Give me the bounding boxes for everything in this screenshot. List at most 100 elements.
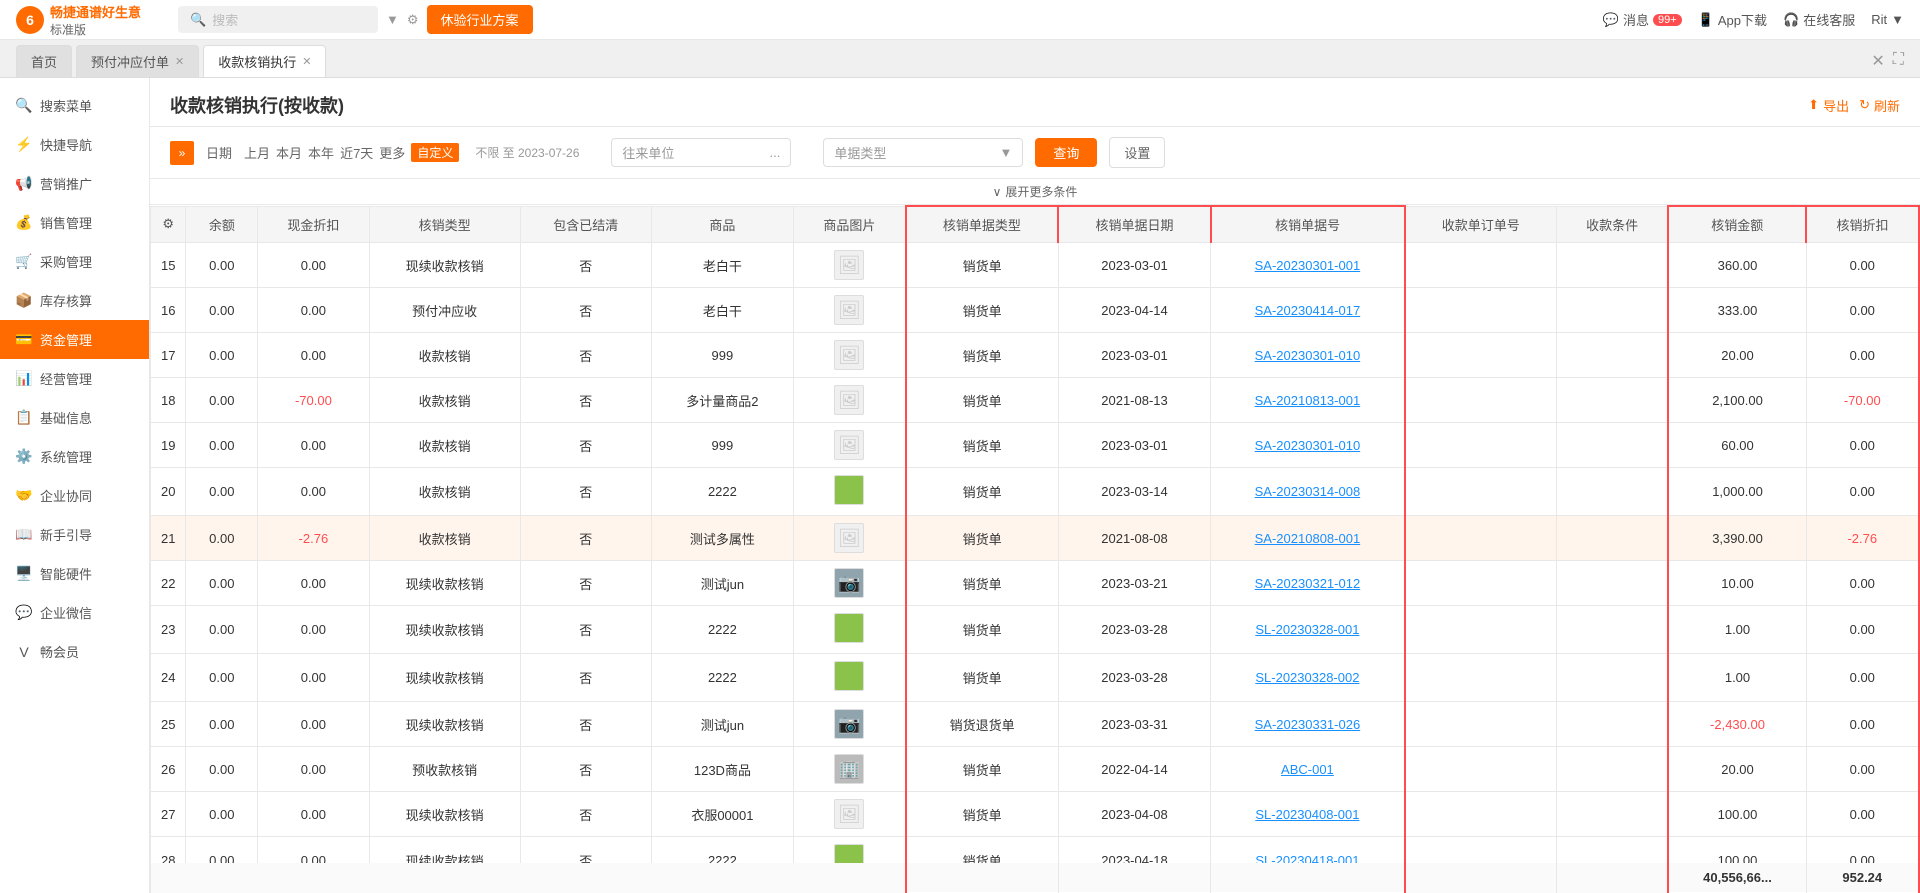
cell-include-settled: 否 [520, 423, 651, 468]
search-box[interactable]: 🔍 搜索 [178, 6, 378, 33]
sidebar-item-guide[interactable]: 📖 新手引导 [0, 515, 149, 554]
sidebar-item-search[interactable]: 🔍 搜索菜单 [0, 86, 149, 125]
cell-writeoff-type: 现续收款核销 [369, 654, 520, 702]
sidebar-item-corp[interactable]: 🤝 企业协同 [0, 476, 149, 515]
cell-receipt-condition [1556, 606, 1668, 654]
cell-include-settled: 否 [520, 606, 651, 654]
tab-writeoff[interactable]: 收款核销执行 ✕ [203, 45, 326, 77]
cell-writeoff-no[interactable]: SL-20230328-002 [1211, 654, 1405, 702]
query-btn[interactable]: 查询 [1035, 138, 1097, 167]
cell-cash-discount: -70.00 [258, 378, 369, 423]
sidebar-item-quicknav[interactable]: ⚡ 快捷导航 [0, 125, 149, 164]
dropdown-icon[interactable]: ▼ [386, 12, 399, 27]
tab-home[interactable]: 首页 [16, 45, 72, 77]
cell-writeoff-no[interactable]: SA-20210808-001 [1211, 516, 1405, 561]
cell-writeoff-no[interactable]: SA-20230301-010 [1211, 333, 1405, 378]
basic-info-icon: 📋 [16, 410, 32, 426]
cell-writeoff-no[interactable]: SL-20230328-001 [1211, 606, 1405, 654]
export-btn[interactable]: ⬆ 导出 [1808, 96, 1849, 115]
message-badge: 99+ [1653, 14, 1682, 26]
cell-writeoff-amount: -2,430.00 [1668, 702, 1806, 747]
cell-writeoff-no[interactable]: ABC-001 [1211, 747, 1405, 792]
sidebar-item-inventory[interactable]: 📦 库存核算 [0, 281, 149, 320]
cell-writeoff-no[interactable]: SA-20230321-012 [1211, 561, 1405, 606]
date-more[interactable]: 更多 [379, 143, 405, 162]
cell-writeoff-no[interactable]: SA-20230331-026 [1211, 702, 1405, 747]
sidebar-item-system[interactable]: ⚙️ 系统管理 [0, 437, 149, 476]
user-menu[interactable]: Rit ▼ [1871, 12, 1904, 27]
cell-writeoff-date: 2022-04-14 [1058, 747, 1211, 792]
cell-writeoff-no[interactable]: SA-20230414-017 [1211, 288, 1405, 333]
industry-btn[interactable]: 休验行业方案 [427, 5, 533, 34]
tab-close-all-icon[interactable]: ✕ [1871, 51, 1884, 71]
settings-btn[interactable]: 设置 [1109, 137, 1165, 168]
sidebar-item-marketing[interactable]: 📢 营销推广 [0, 164, 149, 203]
cell-balance: 0.00 [186, 747, 258, 792]
tab-prepay[interactable]: 预付冲应付单 ✕ [76, 45, 199, 77]
sidebar-item-purchase[interactable]: 🛒 采购管理 [0, 242, 149, 281]
cell-writeoff-no[interactable]: SA-20230314-008 [1211, 468, 1405, 516]
app-download-btn[interactable]: 📱 App下载 [1698, 10, 1767, 29]
tab-prepay-label: 预付冲应付单 [91, 52, 169, 71]
cell-writeoff-discount: -70.00 [1806, 378, 1919, 423]
sidebar-item-wechat[interactable]: 💬 企业微信 [0, 593, 149, 632]
cell-writeoff-no[interactable]: SA-20230301-010 [1211, 423, 1405, 468]
th-gear[interactable]: ⚙ [151, 206, 186, 243]
sidebar-item-finance[interactable]: 💳 资金管理 [0, 320, 149, 359]
cell-writeoff-no[interactable]: SA-20230301-001 [1211, 243, 1405, 288]
date-custom[interactable]: 自定义 [411, 143, 459, 162]
cell-include-settled: 否 [520, 288, 651, 333]
from-unit-input[interactable]: 往来单位 ... [611, 138, 791, 167]
refresh-btn[interactable]: ↻ 刷新 [1859, 96, 1900, 115]
table-row: 16 0.00 0.00 预付冲应收 否 老白干 🖼 销货单 2023-04-1… [151, 288, 1920, 333]
cell-cash-discount: -2.76 [258, 516, 369, 561]
message-btn[interactable]: 💬 消息 99+ [1603, 10, 1682, 29]
tab-bar: 首页 预付冲应付单 ✕ 收款核销执行 ✕ ✕ ⛶ [0, 40, 1920, 78]
sidebar-item-operations[interactable]: 📊 经营管理 [0, 359, 149, 398]
goods-image: 📷 [834, 709, 864, 739]
goods-image [834, 475, 864, 505]
sidebar-item-sales[interactable]: 💰 销售管理 [0, 203, 149, 242]
sidebar-label-sales: 销售管理 [40, 213, 92, 232]
cell-include-settled: 否 [520, 792, 651, 837]
cell-goods: 999 [651, 333, 793, 378]
totals-condition [1556, 863, 1668, 893]
sidebar-item-basic-info[interactable]: 📋 基础信息 [0, 398, 149, 437]
marketing-icon: 📢 [16, 176, 32, 192]
cell-writeoff-no[interactable]: SA-20210813-001 [1211, 378, 1405, 423]
date-last-month[interactable]: 上月 [244, 143, 270, 162]
tab-prepay-close[interactable]: ✕ [175, 55, 184, 68]
table-row: 25 0.00 0.00 现续收款核销 否 测试jun 📷 销货退货单 2023… [151, 702, 1920, 747]
cell-receipt-order-no [1405, 378, 1557, 423]
th-writeoff-no: 核销单据号 [1211, 206, 1405, 243]
receipt-type-input[interactable]: 单据类型 ▼ [823, 138, 1023, 167]
date-7days[interactable]: 近7天 [340, 143, 373, 162]
cell-writeoff-amount: 1.00 [1668, 654, 1806, 702]
cell-include-settled: 否 [520, 747, 651, 792]
sidebar-item-member[interactable]: V 畅会员 [0, 632, 149, 671]
th-writeoff-bill-type: 核销单据类型 [906, 206, 1059, 243]
brand-icon: 6 [16, 6, 44, 34]
tab-writeoff-close[interactable]: ✕ [302, 55, 311, 68]
tab-home-label: 首页 [31, 52, 57, 71]
date-this-month[interactable]: 本月 [276, 143, 302, 162]
sidebar-label-operations: 经营管理 [40, 369, 92, 388]
cell-writeoff-bill-type: 销货单 [906, 378, 1059, 423]
date-this-year[interactable]: 本年 [308, 143, 334, 162]
cell-goods-img: 🖼 [794, 333, 906, 378]
user-label: Rit [1871, 12, 1887, 27]
tab-expand-icon[interactable]: ⛶ [1893, 51, 1904, 71]
service-btn[interactable]: 🎧 在线客服 [1783, 10, 1855, 29]
cell-balance: 0.00 [186, 288, 258, 333]
cell-balance: 0.00 [186, 606, 258, 654]
filter-expand-btn[interactable]: » [170, 141, 194, 165]
cell-writeoff-no[interactable]: SL-20230408-001 [1211, 792, 1405, 837]
cell-receipt-order-no [1405, 747, 1557, 792]
search-icon: 🔍 [16, 98, 32, 114]
expand-more-btn[interactable]: ∨ 展开更多条件 [993, 183, 1078, 200]
table-container[interactable]: ⚙ 余额 现金折扣 核销类型 包含已结清 商品 商品图片 核销单据类型 核销单据… [150, 205, 1920, 893]
sidebar-item-hardware[interactable]: 🖥️ 智能硬件 [0, 554, 149, 593]
settings-icon[interactable]: ⚙ [407, 12, 419, 28]
cell-include-settled: 否 [520, 378, 651, 423]
finance-icon: 💳 [16, 332, 32, 348]
